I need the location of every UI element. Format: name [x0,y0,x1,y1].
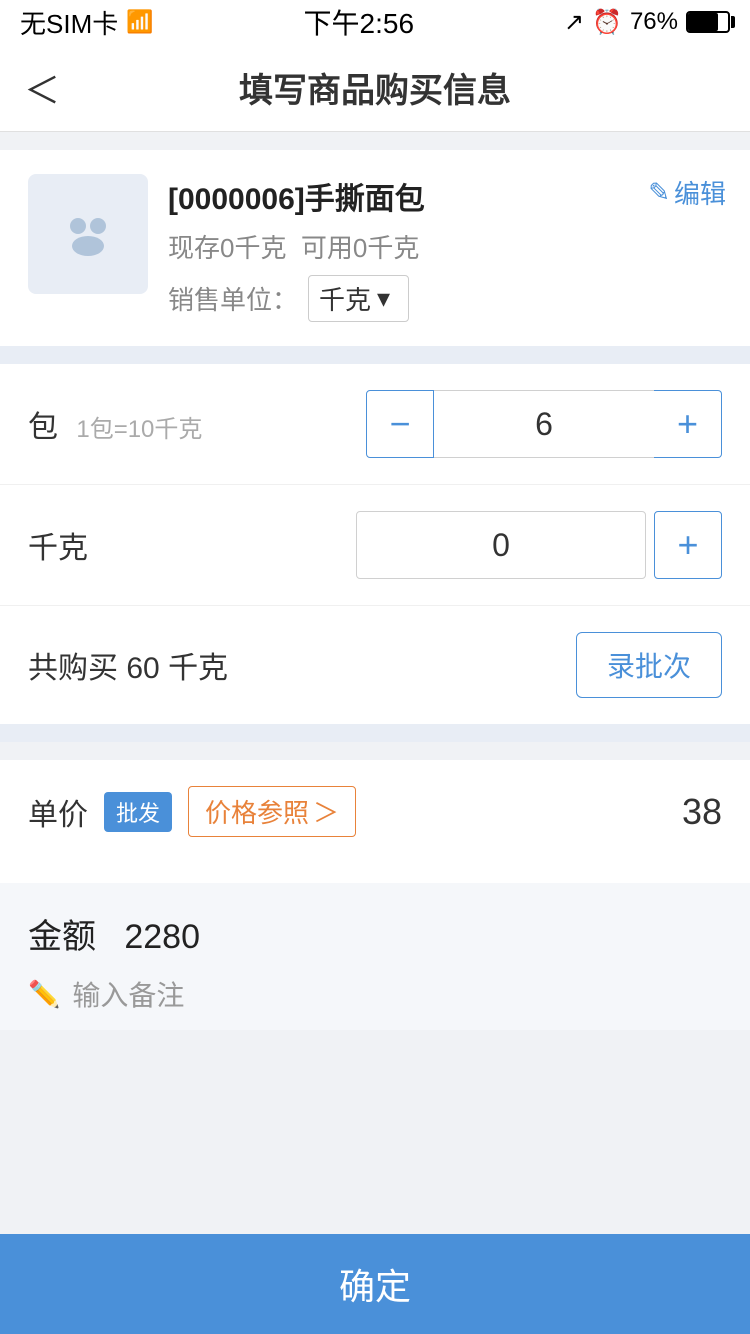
wifi-icon: 📶 [126,9,153,35]
input-section: 包 1包=10千克 − + 千克 + 共购买 60 千克 录批次 [0,364,750,724]
kg-plus-button[interactable]: + [654,511,722,579]
kg-input-row: 千克 + [0,485,750,606]
record-batch-button[interactable]: 录批次 [576,632,722,698]
status-left: 无SIM卡 📶 [20,4,154,41]
product-logo-icon [58,204,118,264]
status-bar: 无SIM卡 📶 下午2:56 ↗ ⏰ 76% [0,0,750,44]
status-time: 下午2:56 [304,2,415,42]
price-row: 单价 批发 价格参照 ＞ 38 [28,786,722,837]
price-reference-button[interactable]: 价格参照 ＞ [188,786,356,837]
alarm-icon: ⏰ [592,8,622,37]
summary-qty: 60 [126,652,159,685]
bao-plus-button[interactable]: + [654,390,722,458]
edit-button[interactable]: ✎ 编辑 [648,174,726,211]
product-name: [0000006]手撕面包 [168,174,722,218]
product-stock: 现存0千克 可用0千克 [168,228,722,265]
location-icon: ↗ [564,8,584,37]
summary-unit: 千克 [168,652,228,685]
pencil-icon: ✏️ [28,979,60,1010]
amount-row: 金额 2280 [28,909,722,958]
unit-select[interactable]: 千克 ▾ [308,275,409,322]
price-value: 38 [682,791,722,833]
kg-input[interactable] [356,511,646,579]
bao-input-row: 包 1包=10千克 − + [0,364,750,485]
product-thumbnail [28,174,148,294]
bao-controls: − + [366,390,722,458]
divider-2 [0,724,750,742]
divider-1 [0,346,750,364]
product-info: [0000006]手撕面包 现存0千克 可用0千克 销售单位： 千克 ▾ [168,174,722,322]
battery-icon [686,11,730,33]
amount-label: 金额 [28,918,96,956]
bao-sub-label: 1包=10千克 [76,416,202,443]
edit-icon: ✎ [648,177,670,208]
chevron-down-icon: ▾ [377,283,390,314]
amount-section: 金额 2280 ✏️ 输入备注 [0,883,750,1030]
product-unit: 销售单位： 千克 ▾ [168,275,722,322]
amount-value: 2280 [124,918,200,956]
kg-controls: + [356,511,722,579]
confirm-button[interactable]: 确定 [0,1234,750,1334]
battery-percent: 76% [630,8,678,36]
remark-row[interactable]: ✏️ 输入备注 [28,974,722,1014]
carrier-label: 无SIM卡 [20,4,118,41]
kg-label: 千克 [28,523,356,567]
summary-text: 共购买 60 千克 [28,643,228,687]
bao-input[interactable] [434,390,654,458]
bao-minus-button[interactable]: − [366,390,434,458]
remark-placeholder: 输入备注 [72,974,184,1014]
nav-bar: ＜ 填写商品购买信息 [0,44,750,132]
chevron-right-icon: ＞ [313,793,339,830]
bao-label: 包 1包=10千克 [28,402,366,446]
summary-row: 共购买 60 千克 录批次 [0,606,750,724]
status-right: ↗ ⏰ 76% [564,8,730,37]
price-label: 单价 [28,790,88,834]
page-title: 填写商品购买信息 [239,63,511,112]
back-button[interactable]: ＜ [24,62,60,114]
product-card: [0000006]手撕面包 现存0千克 可用0千克 销售单位： 千克 ▾ ✎ 编… [0,150,750,346]
price-tag: 批发 [104,792,172,832]
price-section: 单价 批发 价格参照 ＞ 38 [0,760,750,883]
